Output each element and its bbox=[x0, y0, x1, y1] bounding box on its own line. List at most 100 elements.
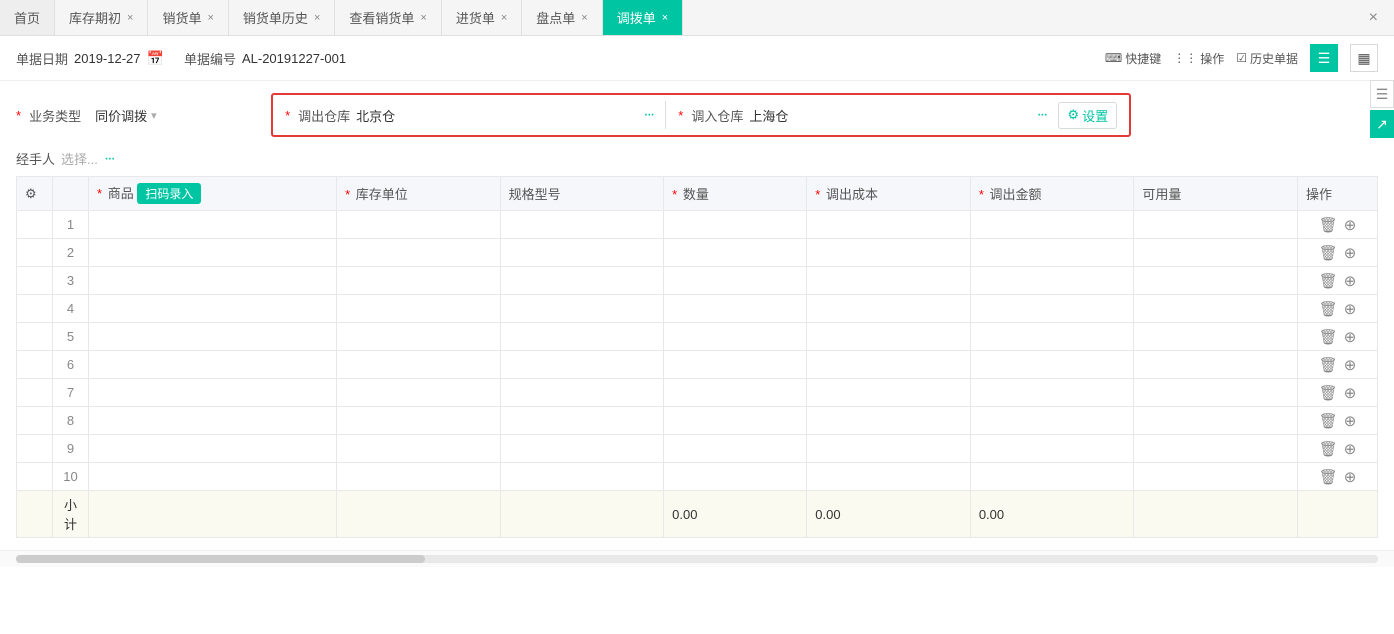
row-amount[interactable] bbox=[970, 379, 1134, 407]
layout-btn-1[interactable]: ☰ bbox=[1310, 44, 1338, 72]
row-avail[interactable] bbox=[1134, 267, 1298, 295]
row-avail[interactable] bbox=[1134, 239, 1298, 267]
delete-icon[interactable]: 🗑 bbox=[1319, 384, 1338, 402]
tab-close-transfer[interactable]: × bbox=[662, 12, 668, 24]
row-unit[interactable] bbox=[337, 463, 501, 491]
copy-icon[interactable]: ⊕ bbox=[1344, 272, 1357, 290]
row-spec[interactable] bbox=[500, 239, 664, 267]
warehouse-out-value[interactable]: 北京仓 bbox=[356, 106, 395, 125]
row-unit[interactable] bbox=[337, 295, 501, 323]
row-amount[interactable] bbox=[970, 211, 1134, 239]
row-unit[interactable] bbox=[337, 323, 501, 351]
operate-button[interactable]: ⋮⋮ 操作 bbox=[1173, 50, 1224, 67]
row-cost[interactable] bbox=[807, 323, 971, 351]
row-qty[interactable] bbox=[664, 239, 807, 267]
handler-more-button[interactable]: ··· bbox=[104, 150, 114, 168]
row-cost[interactable] bbox=[807, 295, 971, 323]
row-amount[interactable] bbox=[970, 267, 1134, 295]
row-spec[interactable] bbox=[500, 323, 664, 351]
row-avail[interactable] bbox=[1134, 323, 1298, 351]
tab-view-sales[interactable]: 查看销货单 × bbox=[335, 0, 441, 35]
copy-icon[interactable]: ⊕ bbox=[1344, 216, 1357, 234]
row-unit[interactable] bbox=[337, 239, 501, 267]
copy-icon[interactable]: ⊕ bbox=[1344, 412, 1357, 430]
delete-icon[interactable]: 🗑 bbox=[1319, 216, 1338, 234]
delete-icon[interactable]: 🗑 bbox=[1319, 468, 1338, 486]
row-product[interactable] bbox=[89, 463, 337, 491]
row-product[interactable] bbox=[89, 435, 337, 463]
row-cost[interactable] bbox=[807, 351, 971, 379]
doc-no-value[interactable]: AL-20191227-001 bbox=[242, 51, 346, 66]
delete-icon[interactable]: 🗑 bbox=[1319, 440, 1338, 458]
shortcut-button[interactable]: ⌨ 快捷键 bbox=[1105, 50, 1161, 67]
tab-home[interactable]: 首页 bbox=[0, 0, 55, 35]
row-amount[interactable] bbox=[970, 351, 1134, 379]
copy-icon[interactable]: ⊕ bbox=[1344, 356, 1357, 374]
warehouse-in-more-button[interactable]: ··· bbox=[1036, 106, 1046, 124]
row-cost[interactable] bbox=[807, 239, 971, 267]
row-qty[interactable] bbox=[664, 211, 807, 239]
row-avail[interactable] bbox=[1134, 351, 1298, 379]
tab-transfer[interactable]: 调拨单 × bbox=[603, 0, 683, 35]
setting-button[interactable]: ⚙ 设置 bbox=[1058, 102, 1117, 129]
row-avail[interactable] bbox=[1134, 463, 1298, 491]
row-unit[interactable] bbox=[337, 211, 501, 239]
row-qty[interactable] bbox=[664, 463, 807, 491]
side-expand-button[interactable]: ↗ bbox=[1370, 110, 1394, 138]
row-spec[interactable] bbox=[500, 211, 664, 239]
row-spec[interactable] bbox=[500, 379, 664, 407]
row-cost[interactable] bbox=[807, 211, 971, 239]
row-cost[interactable] bbox=[807, 435, 971, 463]
copy-icon[interactable]: ⊕ bbox=[1344, 328, 1357, 346]
row-amount[interactable] bbox=[970, 239, 1134, 267]
handler-select[interactable]: 选择... bbox=[61, 149, 98, 168]
row-spec[interactable] bbox=[500, 463, 664, 491]
tab-close-view-sales[interactable]: × bbox=[420, 12, 426, 24]
row-amount[interactable] bbox=[970, 463, 1134, 491]
tab-inventory-init[interactable]: 库存期初 × bbox=[55, 0, 148, 35]
side-list-button[interactable]: ☰ bbox=[1370, 80, 1394, 108]
row-spec[interactable] bbox=[500, 407, 664, 435]
copy-icon[interactable]: ⊕ bbox=[1344, 440, 1357, 458]
delete-icon[interactable]: 🗑 bbox=[1319, 272, 1338, 290]
tab-sales-order[interactable]: 销货单 × bbox=[148, 0, 228, 35]
row-avail[interactable] bbox=[1134, 295, 1298, 323]
delete-icon[interactable]: 🗑 bbox=[1319, 356, 1338, 374]
tab-close-inventory-init[interactable]: × bbox=[127, 12, 133, 24]
row-qty[interactable] bbox=[664, 435, 807, 463]
doc-date-value[interactable]: 2019-12-27 bbox=[74, 51, 141, 66]
row-unit[interactable] bbox=[337, 407, 501, 435]
window-close-button[interactable]: × bbox=[1361, 5, 1386, 31]
row-qty[interactable] bbox=[664, 379, 807, 407]
row-product[interactable] bbox=[89, 323, 337, 351]
row-product[interactable] bbox=[89, 267, 337, 295]
copy-icon[interactable]: ⊕ bbox=[1344, 384, 1357, 402]
delete-icon[interactable]: 🗑 bbox=[1319, 300, 1338, 318]
row-amount[interactable] bbox=[970, 435, 1134, 463]
row-spec[interactable] bbox=[500, 351, 664, 379]
row-cost[interactable] bbox=[807, 463, 971, 491]
row-unit[interactable] bbox=[337, 379, 501, 407]
calendar-icon[interactable]: 📅 bbox=[147, 50, 164, 67]
row-qty[interactable] bbox=[664, 351, 807, 379]
row-cost[interactable] bbox=[807, 407, 971, 435]
horizontal-scrollbar[interactable] bbox=[16, 555, 1378, 563]
delete-icon[interactable]: 🗑 bbox=[1319, 328, 1338, 346]
row-spec[interactable] bbox=[500, 267, 664, 295]
row-amount[interactable] bbox=[970, 323, 1134, 351]
row-cost[interactable] bbox=[807, 267, 971, 295]
tab-close-purchase[interactable]: × bbox=[501, 12, 507, 24]
row-qty[interactable] bbox=[664, 267, 807, 295]
row-avail[interactable] bbox=[1134, 407, 1298, 435]
copy-icon[interactable]: ⊕ bbox=[1344, 244, 1357, 262]
tab-close-inventory-check[interactable]: × bbox=[581, 12, 587, 24]
delete-icon[interactable]: 🗑 bbox=[1319, 244, 1338, 262]
copy-icon[interactable]: ⊕ bbox=[1344, 300, 1357, 318]
copy-icon[interactable]: ⊕ bbox=[1344, 468, 1357, 486]
row-product[interactable] bbox=[89, 295, 337, 323]
delete-icon[interactable]: 🗑 bbox=[1319, 412, 1338, 430]
row-avail[interactable] bbox=[1134, 211, 1298, 239]
scan-input-button[interactable]: 扫码录入 bbox=[137, 183, 201, 204]
layout-btn-2[interactable]: ▦ bbox=[1350, 44, 1378, 72]
history-button[interactable]: ☑ 历史单据 bbox=[1236, 50, 1298, 67]
